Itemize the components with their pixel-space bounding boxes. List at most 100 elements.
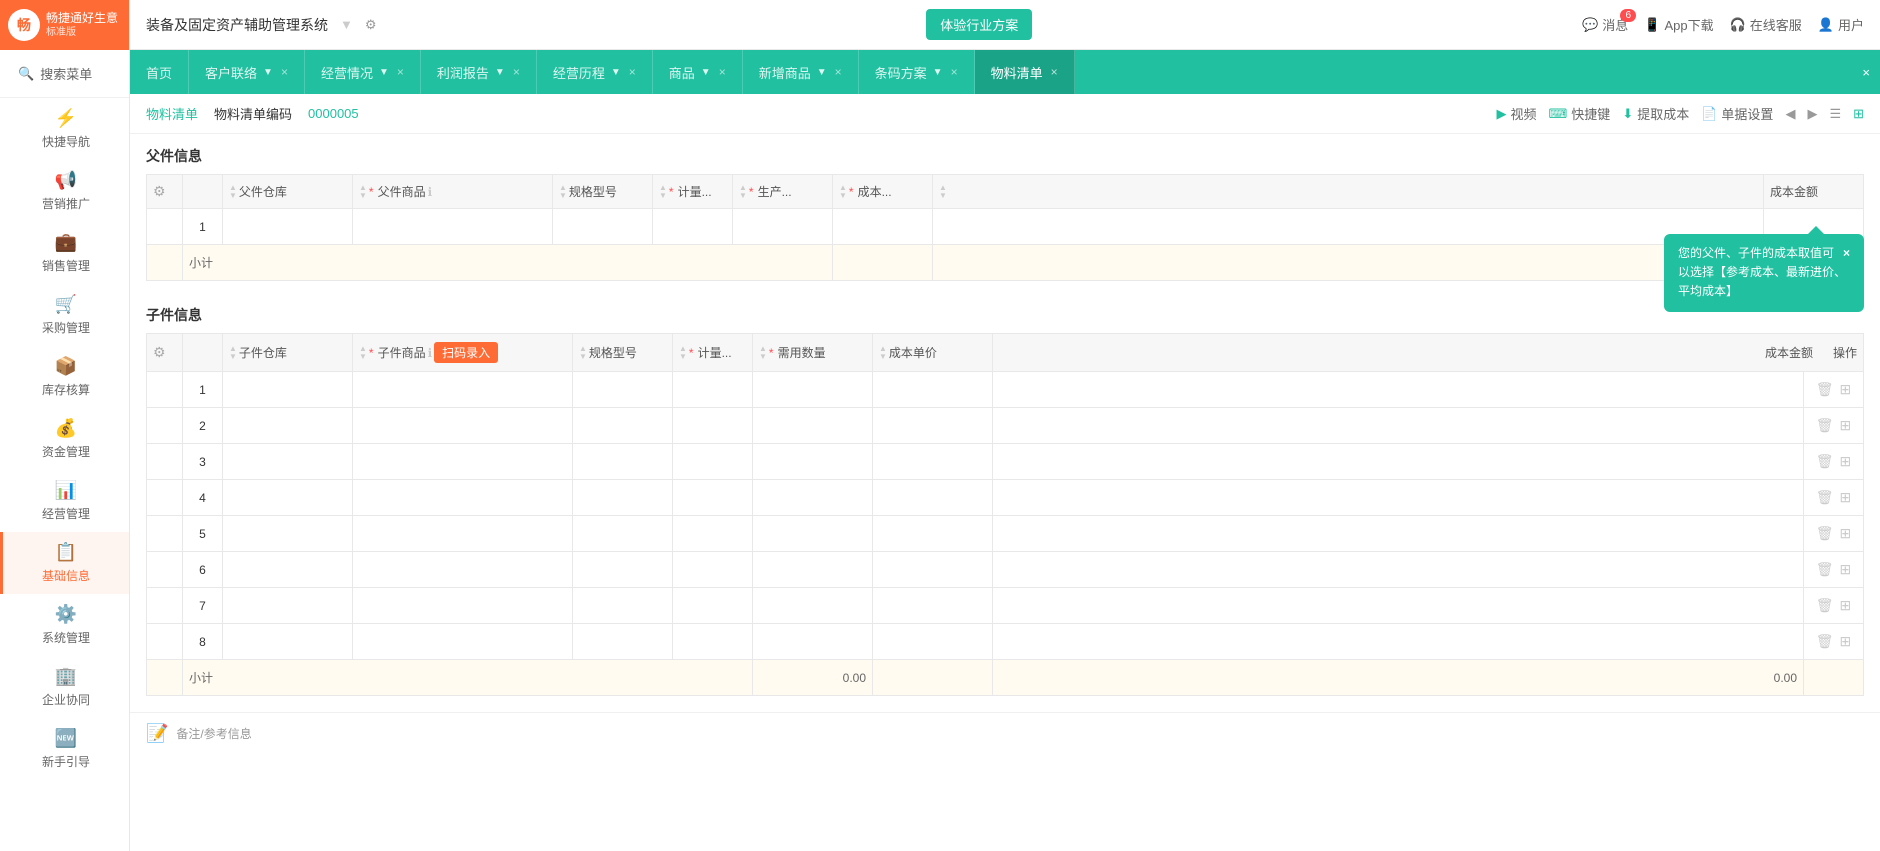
child-row-warehouse[interactable] bbox=[223, 444, 353, 480]
child-row-unit-cost[interactable] bbox=[873, 588, 993, 624]
shortcut-action[interactable]: ⌨ 快捷键 bbox=[1549, 104, 1611, 123]
child-row-spec[interactable] bbox=[573, 372, 673, 408]
tab-history[interactable]: 经营历程 ▼ × bbox=[537, 50, 653, 94]
sidebar-item-guide[interactable]: 🆕 新手引导 bbox=[0, 718, 129, 780]
child-row-unit[interactable] bbox=[673, 444, 753, 480]
child-row-qty[interactable] bbox=[753, 516, 873, 552]
child-row-unit[interactable] bbox=[673, 516, 753, 552]
sidebar-search[interactable]: 🔍 搜索菜单 bbox=[0, 50, 129, 98]
info-icon[interactable]: ℹ bbox=[428, 185, 433, 199]
child-row-unit[interactable] bbox=[673, 552, 753, 588]
info-icon[interactable]: ℹ bbox=[428, 346, 433, 360]
child-row-spec[interactable] bbox=[573, 624, 673, 660]
expand-icon[interactable]: ☰ bbox=[1829, 106, 1841, 122]
child-row-qty[interactable] bbox=[753, 552, 873, 588]
child-row-spec[interactable] bbox=[573, 408, 673, 444]
user-button[interactable]: 👤 用户 bbox=[1818, 15, 1864, 34]
child-row-qty[interactable] bbox=[753, 408, 873, 444]
tab-profit[interactable]: 利润报告 ▼ × bbox=[421, 50, 537, 94]
trial-button[interactable]: 体验行业方案 bbox=[926, 9, 1032, 40]
search-menu-button[interactable]: 🔍 搜索菜单 bbox=[8, 58, 121, 89]
copy-icon[interactable]: ⊞ bbox=[1840, 561, 1852, 578]
sidebar-item-marketing[interactable]: 📢 营销推广 bbox=[0, 160, 129, 222]
child-row-product[interactable] bbox=[353, 444, 573, 480]
sidebar-item-inventory[interactable]: 📦 库存核算 bbox=[0, 346, 129, 408]
close-icon[interactable]: × bbox=[629, 65, 636, 79]
child-row-qty[interactable] bbox=[753, 372, 873, 408]
copy-icon[interactable]: ⊞ bbox=[1840, 489, 1852, 506]
sidebar-item-purchase[interactable]: 🛒 采购管理 bbox=[0, 284, 129, 346]
close-icon[interactable]: × bbox=[951, 65, 958, 79]
child-row-warehouse[interactable] bbox=[223, 372, 353, 408]
parent-row-product[interactable] bbox=[353, 209, 553, 245]
child-row-product[interactable] bbox=[353, 552, 573, 588]
child-row-qty[interactable] bbox=[753, 480, 873, 516]
child-row-product[interactable] bbox=[353, 624, 573, 660]
child-row-unit[interactable] bbox=[673, 372, 753, 408]
child-row-qty[interactable] bbox=[753, 588, 873, 624]
child-row-unit-cost[interactable] bbox=[873, 516, 993, 552]
tab-close-all[interactable]: × bbox=[1852, 65, 1880, 80]
close-icon[interactable]: × bbox=[1051, 65, 1058, 79]
tab-bom[interactable]: 物料清单 × bbox=[975, 50, 1075, 94]
child-row-unit-cost[interactable] bbox=[873, 372, 993, 408]
delete-icon[interactable]: 🗑 bbox=[1816, 417, 1834, 434]
app-download-button[interactable]: 📱 App下载 bbox=[1644, 15, 1713, 34]
child-row-spec[interactable] bbox=[573, 444, 673, 480]
parent-row-spec[interactable] bbox=[553, 209, 653, 245]
parent-row-unit[interactable] bbox=[653, 209, 733, 245]
parent-row-warehouse[interactable] bbox=[223, 209, 353, 245]
delete-icon[interactable]: 🗑 bbox=[1816, 453, 1834, 470]
sidebar-item-quick-nav[interactable]: ⚡ 快捷导航 bbox=[0, 98, 129, 160]
child-row-spec[interactable] bbox=[573, 480, 673, 516]
child-row-product[interactable] bbox=[353, 372, 573, 408]
close-icon[interactable]: × bbox=[397, 65, 404, 79]
scan-button[interactable]: 扫码录入 bbox=[434, 342, 498, 363]
copy-icon[interactable]: ⊞ bbox=[1840, 453, 1852, 470]
extract-cost-action[interactable]: ⬇ 提取成本 bbox=[1622, 104, 1689, 123]
child-row-qty[interactable] bbox=[753, 444, 873, 480]
child-row-unit[interactable] bbox=[673, 408, 753, 444]
child-row-spec[interactable] bbox=[573, 588, 673, 624]
message-button[interactable]: 💬 消息 6 bbox=[1582, 15, 1628, 34]
child-row-warehouse[interactable] bbox=[223, 480, 353, 516]
close-icon[interactable]: × bbox=[835, 65, 842, 79]
notes-icon[interactable]: 📝 bbox=[146, 723, 168, 744]
child-row-product[interactable] bbox=[353, 516, 573, 552]
parent-row-cost[interactable] bbox=[833, 209, 933, 245]
sidebar-item-operations[interactable]: 📊 经营管理 bbox=[0, 470, 129, 532]
copy-icon[interactable]: ⊞ bbox=[1840, 597, 1852, 614]
tab-new-products[interactable]: 新增商品 ▼ × bbox=[743, 50, 859, 94]
breadcrumb-parent[interactable]: 物料清单 bbox=[146, 104, 198, 123]
copy-icon[interactable]: ⊞ bbox=[1840, 633, 1852, 650]
tab-customers[interactable]: 客户联络 ▼ × bbox=[189, 50, 305, 94]
single-settings-action[interactable]: 📄 单据设置 bbox=[1701, 104, 1773, 123]
child-row-product[interactable] bbox=[353, 408, 573, 444]
nav-left-icon[interactable]: ◀ bbox=[1785, 106, 1795, 122]
child-row-spec[interactable] bbox=[573, 552, 673, 588]
delete-icon[interactable]: 🗑 bbox=[1816, 381, 1834, 398]
child-row-unit-cost[interactable] bbox=[873, 552, 993, 588]
close-icon[interactable]: × bbox=[513, 65, 520, 79]
tab-products[interactable]: 商品 ▼ × bbox=[653, 50, 743, 94]
child-row-product[interactable] bbox=[353, 588, 573, 624]
parent-row-production[interactable] bbox=[733, 209, 833, 245]
child-row-warehouse[interactable] bbox=[223, 516, 353, 552]
child-row-unit-cost[interactable] bbox=[873, 408, 993, 444]
tab-operations[interactable]: 经营情况 ▼ × bbox=[305, 50, 421, 94]
grid-icon[interactable]: ⊞ bbox=[1853, 106, 1864, 122]
online-service-button[interactable]: 🎧 在线客服 bbox=[1730, 15, 1802, 34]
close-icon[interactable]: × bbox=[281, 65, 288, 79]
child-row-product[interactable] bbox=[353, 480, 573, 516]
tab-barcode[interactable]: 条码方案 ▼ × bbox=[859, 50, 975, 94]
tab-home[interactable]: 首页 bbox=[130, 50, 189, 94]
delete-icon[interactable]: 🗑 bbox=[1816, 525, 1834, 542]
child-row-qty[interactable] bbox=[753, 624, 873, 660]
child-row-warehouse[interactable] bbox=[223, 588, 353, 624]
sidebar-item-enterprise[interactable]: 🏢 企业协同 bbox=[0, 656, 129, 718]
view-action[interactable]: ▶ 视频 bbox=[1497, 104, 1537, 123]
delete-icon[interactable]: 🗑 bbox=[1816, 597, 1834, 614]
child-row-warehouse[interactable] bbox=[223, 552, 353, 588]
copy-icon[interactable]: ⊞ bbox=[1840, 417, 1852, 434]
copy-icon[interactable]: ⊞ bbox=[1840, 381, 1852, 398]
